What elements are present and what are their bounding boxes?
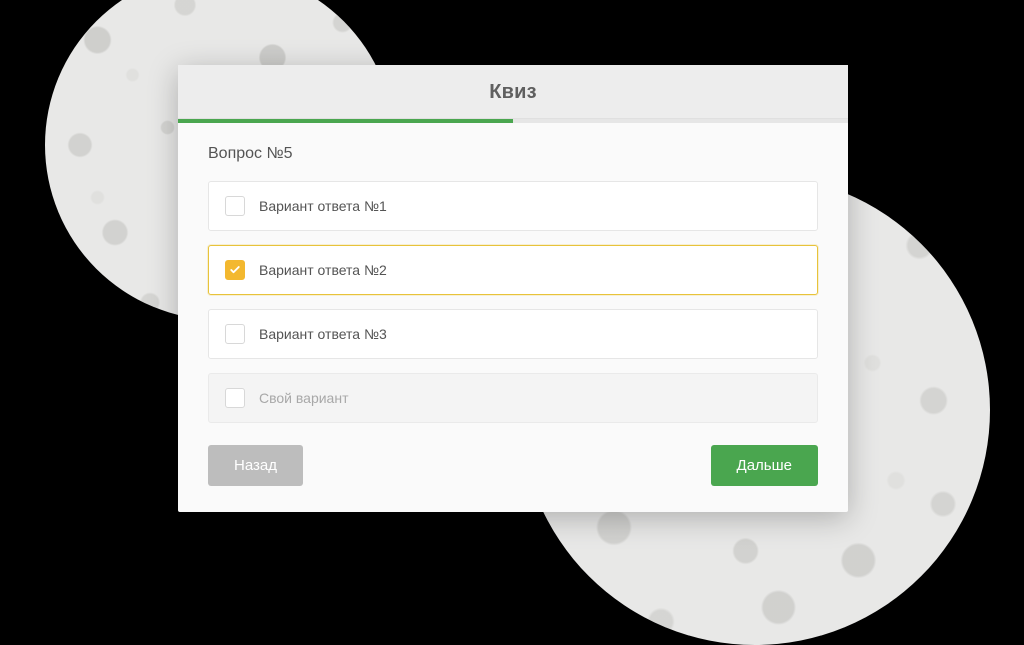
quiz-card: Квиз Вопрос №5 Вариант ответа №1 Вариант… (178, 65, 848, 512)
question-label: Вопрос №5 (208, 145, 818, 163)
answer-option-label: Вариант ответа №3 (259, 326, 387, 342)
quiz-body: Вопрос №5 Вариант ответа №1 Вариант отве… (178, 123, 848, 512)
quiz-title: Квиз (178, 81, 848, 104)
quiz-header: Квиз (178, 65, 848, 119)
progress-fill (178, 119, 513, 123)
next-button[interactable]: Дальше (711, 445, 818, 486)
checkbox-checked-icon (225, 260, 245, 280)
own-answer-option[interactable] (208, 373, 818, 423)
button-row: Назад Дальше (208, 445, 818, 486)
answer-option-label: Вариант ответа №1 (259, 198, 387, 214)
own-answer-input[interactable] (259, 390, 801, 406)
progress-bar (178, 119, 848, 123)
answer-option-1[interactable]: Вариант ответа №1 (208, 181, 818, 231)
checkbox-icon (225, 388, 245, 408)
checkbox-icon (225, 324, 245, 344)
checkbox-icon (225, 196, 245, 216)
answer-option-3[interactable]: Вариант ответа №3 (208, 309, 818, 359)
answer-option-2[interactable]: Вариант ответа №2 (208, 245, 818, 295)
answer-option-label: Вариант ответа №2 (259, 262, 387, 278)
back-button[interactable]: Назад (208, 445, 303, 486)
